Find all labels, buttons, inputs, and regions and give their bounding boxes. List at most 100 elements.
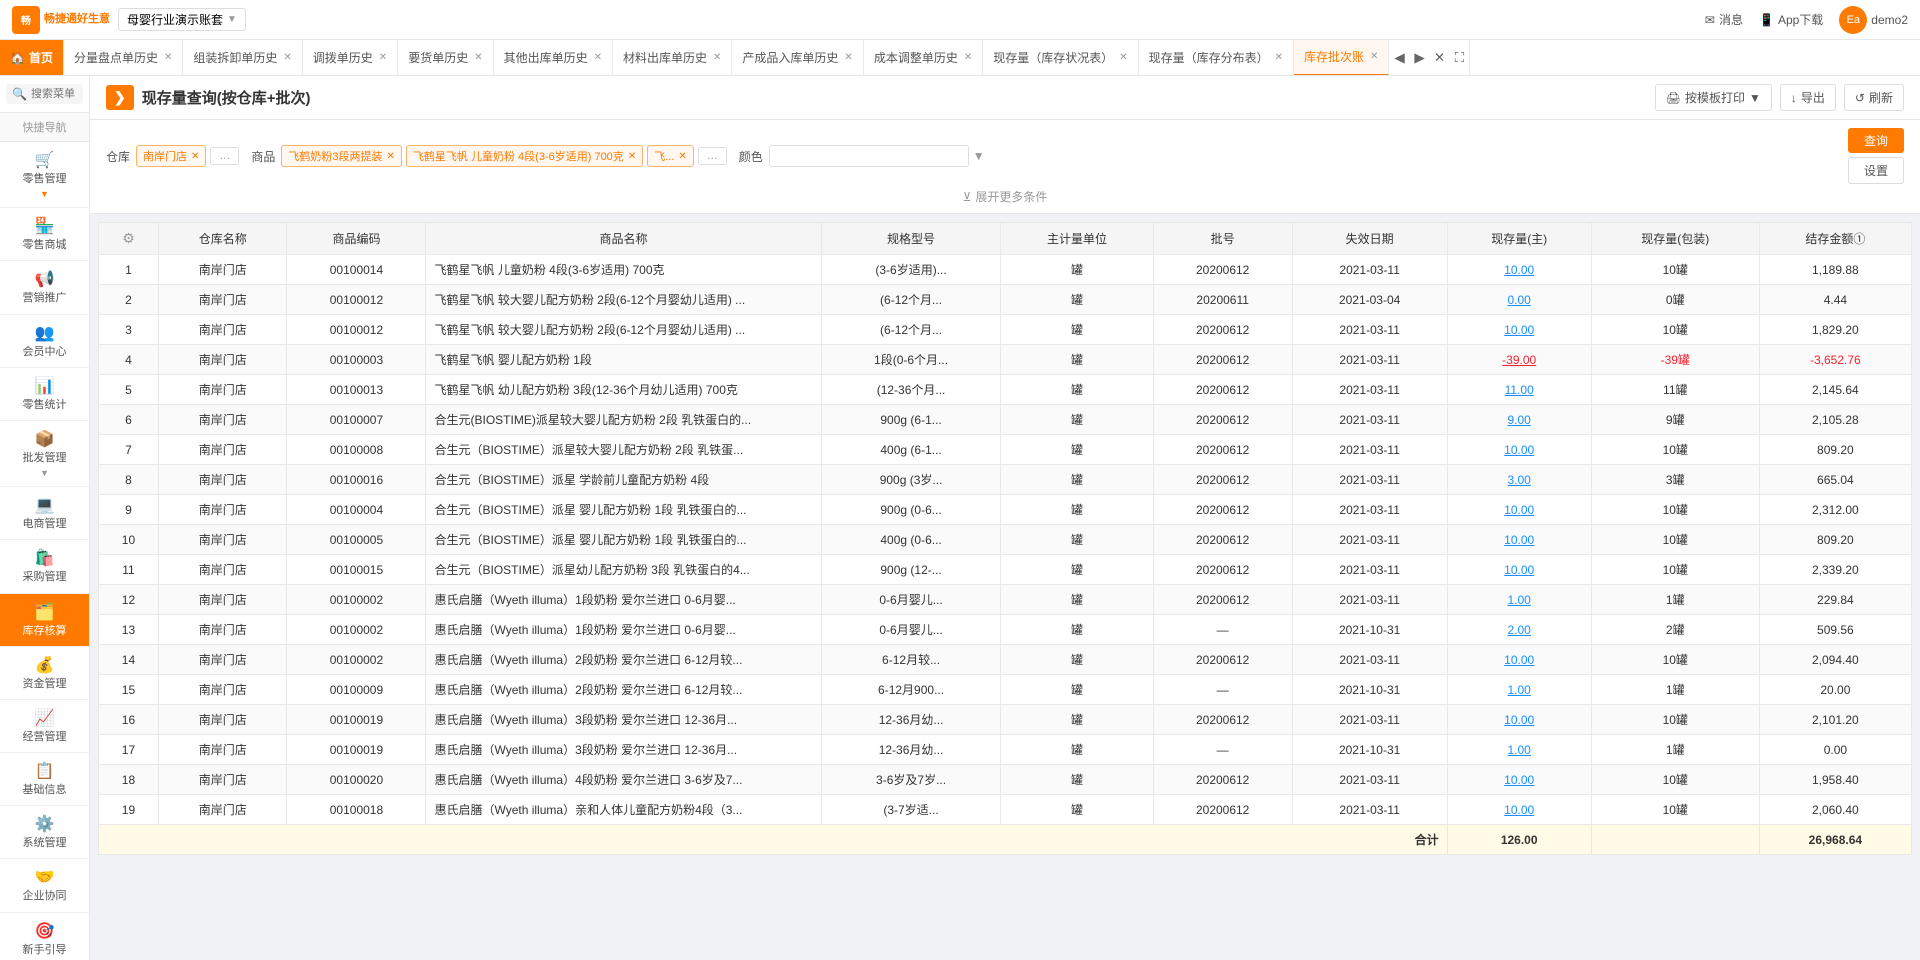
cell-qty-main[interactable]: 10.00 <box>1447 645 1591 675</box>
tab-xiancu1[interactable]: 现存量（库存状况表） ✕ <box>983 40 1138 76</box>
cell-qty-main[interactable]: 10.00 <box>1447 705 1591 735</box>
cell-qty-main[interactable]: 10.00 <box>1447 555 1591 585</box>
nav-close-btn[interactable]: ✕ <box>1429 40 1449 76</box>
cell-qty-main[interactable]: 1.00 <box>1447 735 1591 765</box>
remove-product1-icon[interactable]: ✕ <box>387 151 395 162</box>
sidebar-item-base-info[interactable]: 📋 基础信息 <box>0 753 89 806</box>
cell-qty-main[interactable]: 11.00 <box>1447 375 1591 405</box>
cell-qty-main[interactable]: 9.00 <box>1447 405 1591 435</box>
user-info[interactable]: Ea demo2 <box>1839 6 1908 34</box>
inventory-icon: 🗂️ <box>35 602 55 622</box>
color-input[interactable] <box>769 145 969 167</box>
remove-product2-icon[interactable]: ✕ <box>628 151 636 162</box>
cell-qty-main[interactable]: 3.00 <box>1447 465 1591 495</box>
cell-batch: 20200611 <box>1153 285 1292 315</box>
tab-home[interactable]: 🏠 首页 <box>0 40 64 76</box>
remove-product3-icon[interactable]: ✕ <box>678 151 686 162</box>
expand-btn[interactable]: ⊻ 展开更多条件 <box>963 188 1048 205</box>
messages-btn[interactable]: ✉ 消息 <box>1705 11 1743 28</box>
remove-warehouse-icon[interactable]: ✕ <box>191 151 199 162</box>
sidebar-item-purchase[interactable]: 🛍️ 采购管理 <box>0 540 89 593</box>
close-cailiao-icon[interactable]: ✕ <box>713 52 721 63</box>
close-fenban-icon[interactable]: ✕ <box>164 52 172 63</box>
cell-qty-main[interactable]: 1.00 <box>1447 585 1591 615</box>
tab-xiancun2[interactable]: 现存量（库存分布表） ✕ <box>1139 40 1294 76</box>
cell-qty-main[interactable]: 2.00 <box>1447 615 1591 645</box>
cell-unit: 罐 <box>1001 405 1153 435</box>
logo-text: 畅捷通好生意 <box>44 13 110 26</box>
settings-icon[interactable]: ⚙ <box>122 230 135 246</box>
cell-qty-main[interactable]: 10.00 <box>1447 525 1591 555</box>
expand-sidebar-btn[interactable]: ❯ <box>106 85 134 110</box>
tab-zuchai[interactable]: 组装拆卸单历史 ✕ <box>183 40 302 76</box>
sidebar-item-ecom[interactable]: 💻 电商管理 <box>0 487 89 540</box>
cell-qty-main[interactable]: 10.00 <box>1447 315 1591 345</box>
sidebar-item-operations[interactable]: 📈 经营管理 <box>0 700 89 753</box>
sidebar-item-retail-mgmt[interactable]: 🛒 零售管理 ▼ <box>0 142 89 208</box>
sidebar-item-member[interactable]: 👥 会员中心 <box>0 315 89 368</box>
tab-yaohuo[interactable]: 要货单历史 ✕ <box>398 40 493 76</box>
nav-prev-btn[interactable]: ◀ <box>1389 40 1409 76</box>
search-btn[interactable]: 查询 <box>1848 128 1904 153</box>
setting-btn[interactable]: 设置 <box>1848 157 1904 184</box>
sidebar-item-batch-mgmt[interactable]: 📦 批发管理 ▼ <box>0 421 89 487</box>
cell-qty-main[interactable]: 10.00 <box>1447 255 1591 285</box>
cell-qty-main[interactable]: 10.00 <box>1447 495 1591 525</box>
close-chanpin-icon[interactable]: ✕ <box>844 52 852 63</box>
close-chengben-icon[interactable]: ✕ <box>964 52 972 63</box>
cell-qty-main[interactable]: 10.00 <box>1447 795 1591 825</box>
warehouse-more-btn[interactable]: … <box>210 147 239 165</box>
cell-qty-main[interactable]: 1.00 <box>1447 675 1591 705</box>
color-dropdown-btn[interactable]: ▼ <box>973 149 985 163</box>
close-tiaobo-icon[interactable]: ✕ <box>379 52 387 63</box>
product-filter: 商品 飞鹤奶粉3段两提装 ✕ 飞鹤星飞帆 儿童奶粉 4段(3-6岁适用) 700… <box>251 145 726 167</box>
sidebar-item-enterprise[interactable]: 🤝 企业协同 <box>0 859 89 912</box>
sidebar-item-inventory[interactable]: 🗂️ 库存核算 <box>0 594 89 647</box>
sidebar-item-marketing[interactable]: 📢 营销推广 <box>0 261 89 314</box>
close-xiancun1-icon[interactable]: ✕ <box>1119 52 1127 63</box>
app-download-btn[interactable]: 📱 App下载 <box>1759 11 1823 28</box>
close-kupi-icon[interactable]: ✕ <box>1370 51 1378 62</box>
data-table: ⚙ 仓库名称 商品编码 商品名称 规格型号 主计量单位 批号 失效日期 现存量(… <box>98 222 1912 855</box>
nav-maximize-btn[interactable]: ⛶ <box>1449 40 1469 76</box>
cell-qty-main[interactable]: 10.00 <box>1447 435 1591 465</box>
product-more-btn[interactable]: … <box>698 147 727 165</box>
tab-chanpin-label: 产成品入库单历史 <box>742 49 838 66</box>
tab-kupi[interactable]: 库存批次账 ✕ <box>1294 40 1389 76</box>
sidebar-item-retail-label: 零售管理 <box>23 173 67 186</box>
search-input[interactable] <box>31 88 77 100</box>
col-settings[interactable]: ⚙ <box>99 223 159 255</box>
cell-qty-main[interactable]: 10.00 <box>1447 765 1591 795</box>
sidebar-item-retail-stats[interactable]: 📊 零售统计 <box>0 368 89 421</box>
account-dropdown[interactable]: 母婴行业演示账套 ▼ <box>118 8 246 31</box>
cell-expire: 2021-10-31 <box>1292 735 1447 765</box>
refresh-btn[interactable]: ↺ 刷新 <box>1844 84 1904 111</box>
sidebar-item-sys-mgmt[interactable]: ⚙️ 系统管理 <box>0 806 89 859</box>
sidebar-item-retail-shop[interactable]: 🏪 零售商城 <box>0 208 89 261</box>
sidebar-item-new-guide[interactable]: 🎯 新手引导 <box>0 913 89 960</box>
tab-tiaobo[interactable]: 调拨单历史 ✕ <box>303 40 398 76</box>
cell-qty-main[interactable]: 0.00 <box>1447 285 1591 315</box>
export-btn[interactable]: ↓ 导出 <box>1780 84 1836 111</box>
nav-arrows: ◀ ▶ ✕ ⛶ <box>1389 40 1470 76</box>
tab-fenban[interactable]: 分量盘点单历史 ✕ <box>64 40 183 76</box>
tab-qita[interactable]: 其他出库单历史 ✕ <box>494 40 613 76</box>
cell-qty-pack: 2罐 <box>1591 615 1759 645</box>
cell-expire: 2021-10-31 <box>1292 615 1447 645</box>
sidebar-item-finance[interactable]: 💰 资金管理 <box>0 647 89 700</box>
close-yaohuo-icon[interactable]: ✕ <box>474 52 482 63</box>
print-btn[interactable]: 🖨 按模板打印 ▼ <box>1655 84 1772 111</box>
cell-amount: 1,189.88 <box>1759 255 1911 285</box>
sidebar-nav-label: 快捷导航 <box>0 113 89 142</box>
tab-chanpin[interactable]: 产成品入库单历史 ✕ <box>732 40 863 76</box>
nav-tabs: 🏠 首页 分量盘点单历史 ✕ 组装拆卸单历史 ✕ 调拨单历史 ✕ 要货单历史 ✕… <box>0 40 1920 76</box>
color-filter: 颜色 ▼ <box>739 145 985 167</box>
close-xiancun2-icon[interactable]: ✕ <box>1275 52 1283 63</box>
cell-unit: 罐 <box>1001 435 1153 465</box>
close-zuchai-icon[interactable]: ✕ <box>283 52 291 63</box>
nav-next-btn[interactable]: ▶ <box>1409 40 1429 76</box>
cell-qty-main[interactable]: -39.00 <box>1447 345 1591 375</box>
tab-chengben[interactable]: 成本调整单历史 ✕ <box>864 40 983 76</box>
tab-cailiao[interactable]: 材料出库单历史 ✕ <box>613 40 732 76</box>
close-qita-icon[interactable]: ✕ <box>594 52 602 63</box>
